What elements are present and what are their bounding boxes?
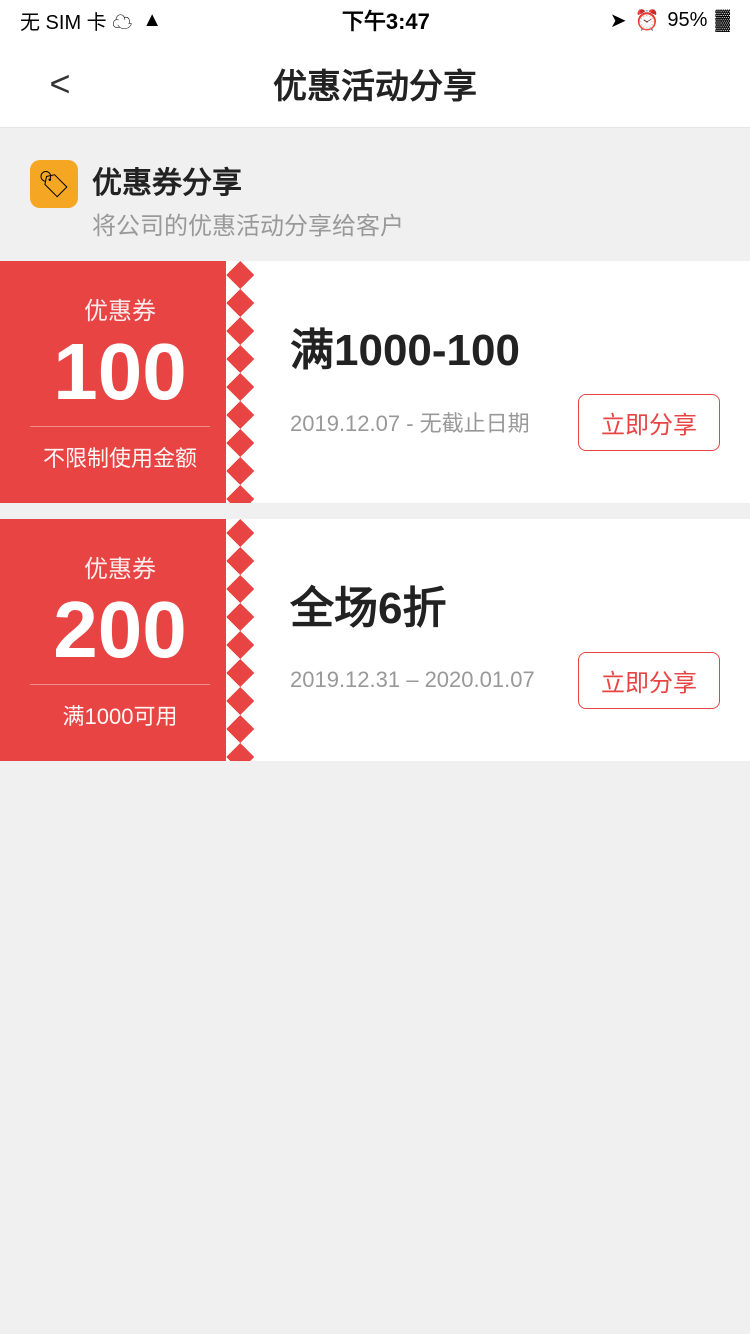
section-text: 优惠券分享 将公司的优惠活动分享给客户 bbox=[92, 158, 404, 241]
coupon-divider-2 bbox=[30, 684, 210, 685]
coupon-condition-2: 满1000可用 bbox=[63, 699, 178, 731]
page-title: 优惠活动分享 bbox=[273, 59, 477, 108]
coupon-meta-2: 2019.12.31 – 2020.01.07 立即分享 bbox=[290, 652, 720, 709]
share-button-2[interactable]: 立即分享 bbox=[578, 652, 720, 709]
section-title: 优惠券分享 bbox=[92, 158, 404, 202]
coupon-card-1: 优惠券 100 不限制使用金额 满1000-100 2019.12.07 - 无… bbox=[0, 261, 750, 503]
coupon-label-1: 优惠券 bbox=[84, 291, 156, 326]
battery-level: 95% bbox=[667, 9, 707, 32]
back-icon: < bbox=[49, 63, 70, 105]
section-header: 🏷 优惠券分享 将公司的优惠活动分享给客户 bbox=[0, 128, 750, 261]
battery-icon: ▓ bbox=[715, 9, 730, 32]
status-right: ➤ ⏰ 95% ▓ bbox=[610, 8, 730, 33]
coupon-card-2: 优惠券 200 满1000可用 全场6折 2019.12.31 – 2020.0… bbox=[0, 519, 750, 761]
coupon-left-1: 优惠券 100 不限制使用金额 bbox=[0, 261, 240, 503]
status-bar: 无 SIM 卡 ☁ ▲ 下午3:47 ➤ ⏰ 95% ▓ bbox=[0, 0, 750, 40]
wifi-icon: ▲ bbox=[142, 9, 162, 32]
coupon-left-2: 优惠券 200 满1000可用 bbox=[0, 519, 240, 761]
nav-bar: < 优惠活动分享 bbox=[0, 40, 750, 128]
coupon-date-2: 2019.12.31 – 2020.01.07 bbox=[290, 667, 566, 693]
location-icon: ➤ bbox=[610, 8, 627, 33]
coupon-right-1: 满1000-100 2019.12.07 - 无截止日期 立即分享 bbox=[240, 261, 750, 503]
no-sim-label: 无 SIM 卡 ☁ bbox=[20, 6, 132, 35]
share-button-1[interactable]: 立即分享 bbox=[578, 394, 720, 451]
status-left: 无 SIM 卡 ☁ ▲ bbox=[20, 6, 162, 35]
empty-area bbox=[0, 807, 750, 1307]
coupon-list: 优惠券 100 不限制使用金额 满1000-100 2019.12.07 - 无… bbox=[0, 261, 750, 807]
coupon-value-1: 100 bbox=[53, 332, 186, 412]
coupon-date-1: 2019.12.07 - 无截止日期 bbox=[290, 406, 566, 438]
coupon-label-2: 优惠券 bbox=[84, 549, 156, 584]
section-icon: 🏷 bbox=[30, 160, 78, 208]
alarm-icon: ⏰ bbox=[634, 8, 659, 33]
coupon-condition-1: 不限制使用金额 bbox=[43, 441, 197, 473]
coupon-right-2: 全场6折 2019.12.31 – 2020.01.07 立即分享 bbox=[240, 519, 750, 761]
coupon-meta-1: 2019.12.07 - 无截止日期 立即分享 bbox=[290, 394, 720, 451]
coupon-share-icon: 🏷 bbox=[37, 169, 70, 200]
coupon-name-1: 满1000-100 bbox=[290, 314, 720, 378]
coupon-value-2: 200 bbox=[53, 590, 186, 670]
coupon-name-2: 全场6折 bbox=[290, 572, 720, 636]
back-button[interactable]: < bbox=[30, 54, 90, 114]
section-subtitle: 将公司的优惠活动分享给客户 bbox=[92, 206, 404, 241]
status-time: 下午3:47 bbox=[342, 4, 430, 36]
coupon-divider-1 bbox=[30, 426, 210, 427]
